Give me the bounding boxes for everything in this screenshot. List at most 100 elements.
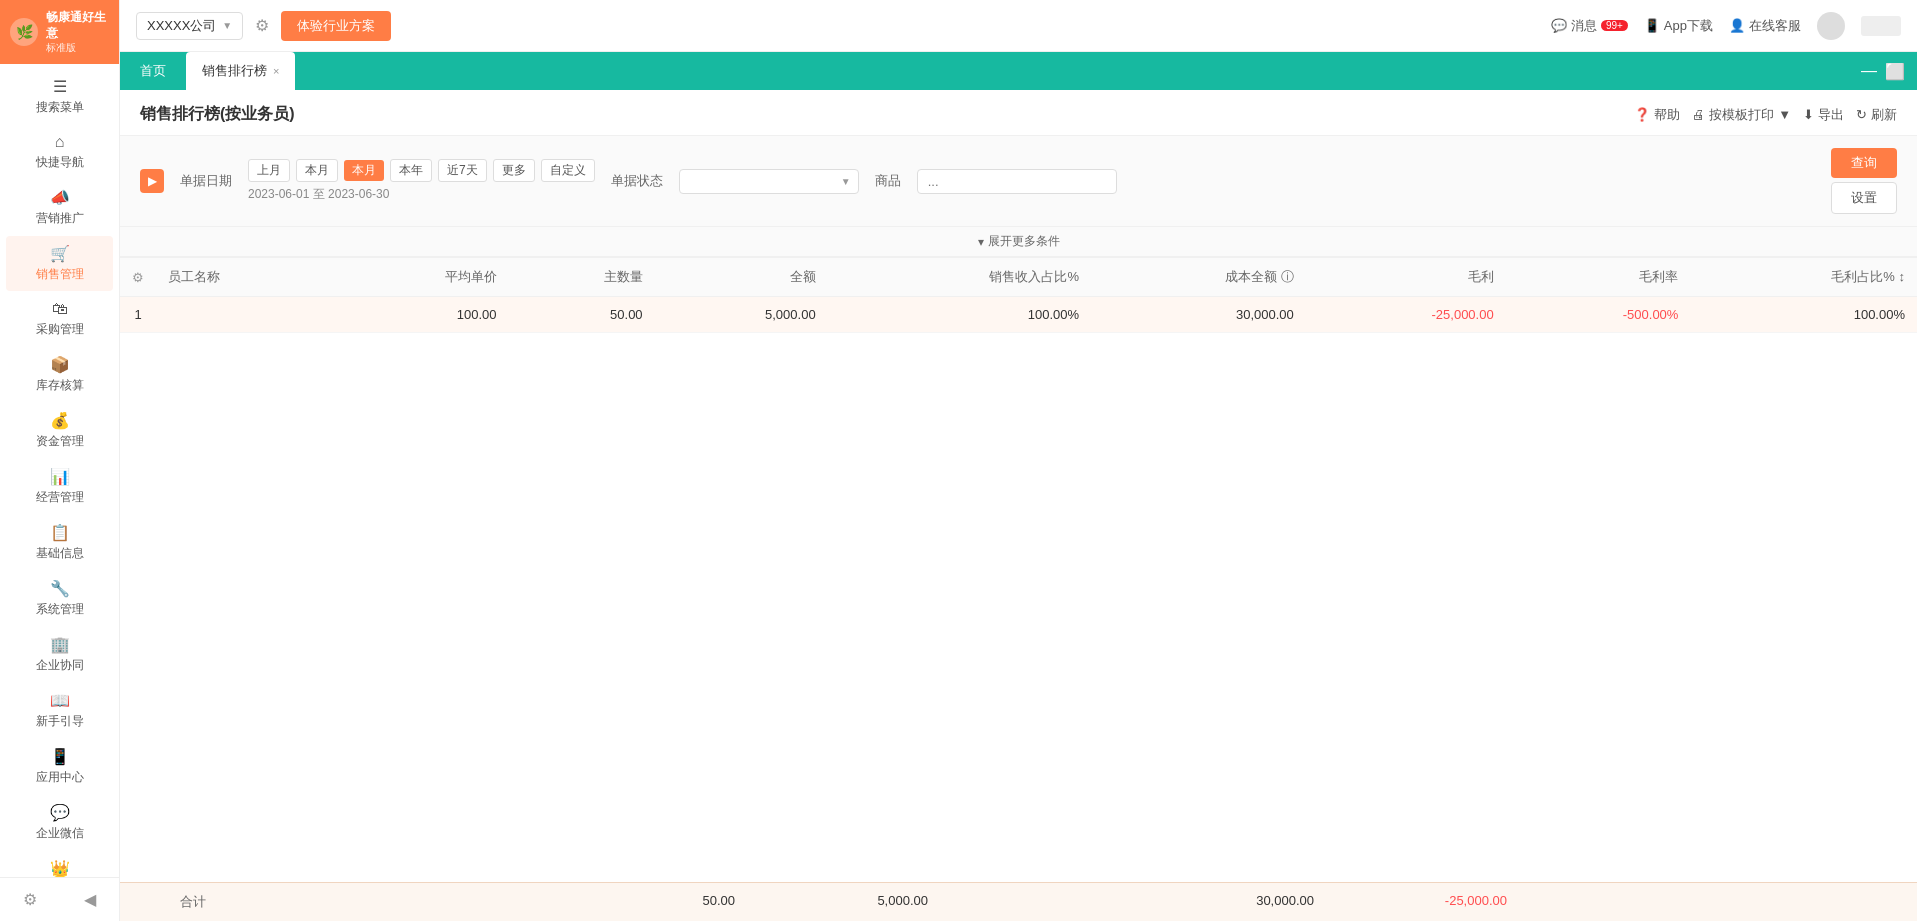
service-icon: 👤	[1729, 18, 1745, 33]
sidebar-item-inventory[interactable]: 📦 库存核算	[6, 347, 113, 402]
refresh-btn[interactable]: ↻ 刷新	[1856, 106, 1897, 124]
sidebar-item-wechat[interactable]: 💬 企业微信	[6, 795, 113, 850]
date-range-display: 2023-06-01 至 2023-06-30	[248, 186, 595, 203]
th-name: 员工名称	[156, 258, 332, 297]
search-menu-icon: ☰	[53, 77, 67, 96]
user-name-placeholder	[1861, 16, 1901, 36]
topbar-right: 💬 消息 99+ 📱 App下载 👤 在线客服	[1551, 12, 1901, 40]
tab-minimize-icon[interactable]: —	[1861, 62, 1877, 81]
sidebar-item-sales[interactable]: 🛒 销售管理	[6, 236, 113, 291]
td-cost: 30,000.00	[1091, 297, 1306, 333]
home-icon: ⌂	[55, 133, 65, 151]
tab-maximize-icon[interactable]: ⬜	[1885, 62, 1905, 81]
expand-btn[interactable]: ▾ 展开更多条件	[978, 233, 1060, 250]
page-actions: ❓ 帮助 🖨 按模板打印 ▼ ⬇ 导出 ↻ 刷新	[1634, 106, 1897, 124]
th-profit-rate: 毛利率	[1506, 258, 1691, 297]
tab-sales-rank-label: 销售排行榜	[202, 62, 267, 80]
app-name: 畅康通好生意	[46, 10, 111, 41]
sidebar-nav: ☰ 搜索菜单 ⌂ 快捷导航 📣 营销推广 🛒 销售管理 🛍 采购管理 📦 库存核…	[0, 64, 119, 877]
set-button[interactable]: 设置	[1831, 182, 1897, 214]
sidebar-label-enterprise: 企业协同	[36, 657, 84, 674]
expand-down-icon: ▾	[978, 235, 984, 249]
table-settings-icon[interactable]: ⚙	[132, 270, 144, 285]
th-avg-price: 平均单价	[332, 258, 508, 297]
sidebar-item-quick-nav[interactable]: ⌂ 快捷导航	[6, 125, 113, 179]
date-btn-last-7[interactable]: 近7天	[438, 159, 487, 182]
td-amount: 5,000.00	[655, 297, 828, 333]
company-selector[interactable]: XXXXX公司 ▼	[136, 12, 243, 40]
status-filter-label: 单据状态	[611, 172, 663, 190]
sidebar-item-member[interactable]: 👑 畅会员	[6, 851, 113, 877]
filter-row: ▶ 单据日期 上月 本月 本月 本年 近7天 更多 自定义	[140, 148, 1897, 214]
tab-home[interactable]: 首页	[120, 52, 186, 90]
sidebar-bottom: ⚙ ◀	[0, 877, 119, 921]
app-sub: 标准版	[46, 41, 111, 54]
print-btn[interactable]: 🖨 按模板打印 ▼	[1692, 106, 1791, 124]
filter-btns: 查询 设置	[1831, 148, 1897, 214]
logo-icon: 🌿	[8, 16, 40, 48]
sidebar-item-enterprise[interactable]: 🏢 企业协同	[6, 627, 113, 682]
sidebar-settings-btn[interactable]: ⚙	[19, 886, 41, 913]
sales-icon: 🛒	[50, 244, 70, 263]
table-header-row: ⚙ 员工名称 平均单价 主数量 全额 销售收入占比% 成本全额 ⓘ 毛利 毛利率…	[120, 258, 1917, 297]
topbar-settings-icon[interactable]: ⚙	[255, 16, 269, 35]
company-name: XXXXX公司	[147, 17, 216, 35]
sidebar-label-wechat: 企业微信	[36, 825, 84, 842]
th-profit: 毛利	[1306, 258, 1506, 297]
td-name	[156, 297, 332, 333]
expand-bar: ▾ 展开更多条件	[120, 227, 1917, 257]
table-area: ⚙ 员工名称 平均单价 主数量 全额 销售收入占比% 成本全额 ⓘ 毛利 毛利率…	[120, 257, 1917, 882]
user-avatar[interactable]	[1817, 12, 1845, 40]
trial-button[interactable]: 体验行业方案	[281, 11, 391, 41]
date-btn-this-month[interactable]: 本月	[296, 159, 338, 182]
sidebar-item-finance[interactable]: 💰 资金管理	[6, 403, 113, 458]
sidebar-label-purchase: 采购管理	[36, 321, 84, 338]
message-icon: 💬	[1551, 18, 1567, 33]
page-title: 销售排行榜(按业务员)	[140, 104, 295, 125]
th-sales-pct: 销售收入占比%	[828, 258, 1091, 297]
table-footer: 合计 50.00 5,000.00 30,000.00 -25,000.00	[120, 882, 1917, 921]
app-download-label: App下载	[1664, 17, 1713, 35]
date-btn-this-year[interactable]: 本年	[390, 159, 432, 182]
sidebar-item-system[interactable]: 🔧 系统管理	[6, 571, 113, 626]
sidebar-item-purchase[interactable]: 🛍 采购管理	[6, 292, 113, 346]
td-profit-pct: 100.00%	[1690, 297, 1917, 333]
filter-toggle-icon: ▶	[148, 174, 157, 188]
export-btn[interactable]: ⬇ 导出	[1803, 106, 1844, 124]
marketing-icon: 📣	[50, 188, 70, 207]
app-logo: 🌿 畅康通好生意 标准版	[0, 0, 119, 64]
query-button[interactable]: 查询	[1831, 148, 1897, 178]
date-btn-custom[interactable]: 自定义	[541, 159, 595, 182]
sidebar-label-sales: 销售管理	[36, 266, 84, 283]
sidebar-item-apps[interactable]: 📱 应用中心	[6, 739, 113, 794]
guide-icon: 📖	[50, 691, 70, 710]
sidebar-item-marketing[interactable]: 📣 营销推广	[6, 180, 113, 235]
sidebar: 🌿 畅康通好生意 标准版 ☰ 搜索菜单 ⌂ 快捷导航 📣 营销推广 🛒 销售管理…	[0, 0, 120, 921]
date-btn-active[interactable]: 本月	[344, 160, 384, 181]
date-buttons: 上月 本月 本月 本年 近7天 更多 自定义	[248, 159, 595, 182]
footer-avg-price	[361, 893, 554, 911]
goods-input[interactable]	[917, 169, 1117, 194]
message-label: 消息	[1571, 17, 1597, 35]
sidebar-item-operations[interactable]: 📊 经营管理	[6, 459, 113, 514]
app-download-btn[interactable]: 📱 App下载	[1644, 17, 1713, 35]
online-service-btn[interactable]: 👤 在线客服	[1729, 17, 1801, 35]
tab-close-icon[interactable]: ×	[273, 65, 279, 77]
filter-toggle-btn[interactable]: ▶	[140, 169, 164, 193]
sidebar-item-search[interactable]: ☰ 搜索菜单	[6, 69, 113, 124]
sidebar-item-guide[interactable]: 📖 新手引导	[6, 683, 113, 738]
date-filter-label: 单据日期	[180, 172, 232, 190]
sidebar-collapse-btn[interactable]: ◀	[80, 886, 100, 913]
tab-sales-rank[interactable]: 销售排行榜 ×	[186, 52, 295, 90]
status-select[interactable]	[679, 169, 859, 194]
message-btn[interactable]: 💬 消息 99+	[1551, 17, 1628, 35]
sidebar-item-basic[interactable]: 📋 基础信息	[6, 515, 113, 570]
date-btn-more[interactable]: 更多	[493, 159, 535, 182]
date-btn-last-month[interactable]: 上月	[248, 159, 290, 182]
footer-qty: 50.00	[554, 893, 747, 911]
help-btn[interactable]: ❓ 帮助	[1634, 106, 1680, 124]
footer-profit-pct	[1712, 893, 1905, 911]
main-content: XXXXX公司 ▼ ⚙ 体验行业方案 💬 消息 99+ 📱 App下载 👤 在线…	[120, 0, 1917, 921]
table-row: 1 100.00 50.00 5,000.00 100.00% 30,000.0…	[120, 297, 1917, 333]
sidebar-label-basic: 基础信息	[36, 545, 84, 562]
